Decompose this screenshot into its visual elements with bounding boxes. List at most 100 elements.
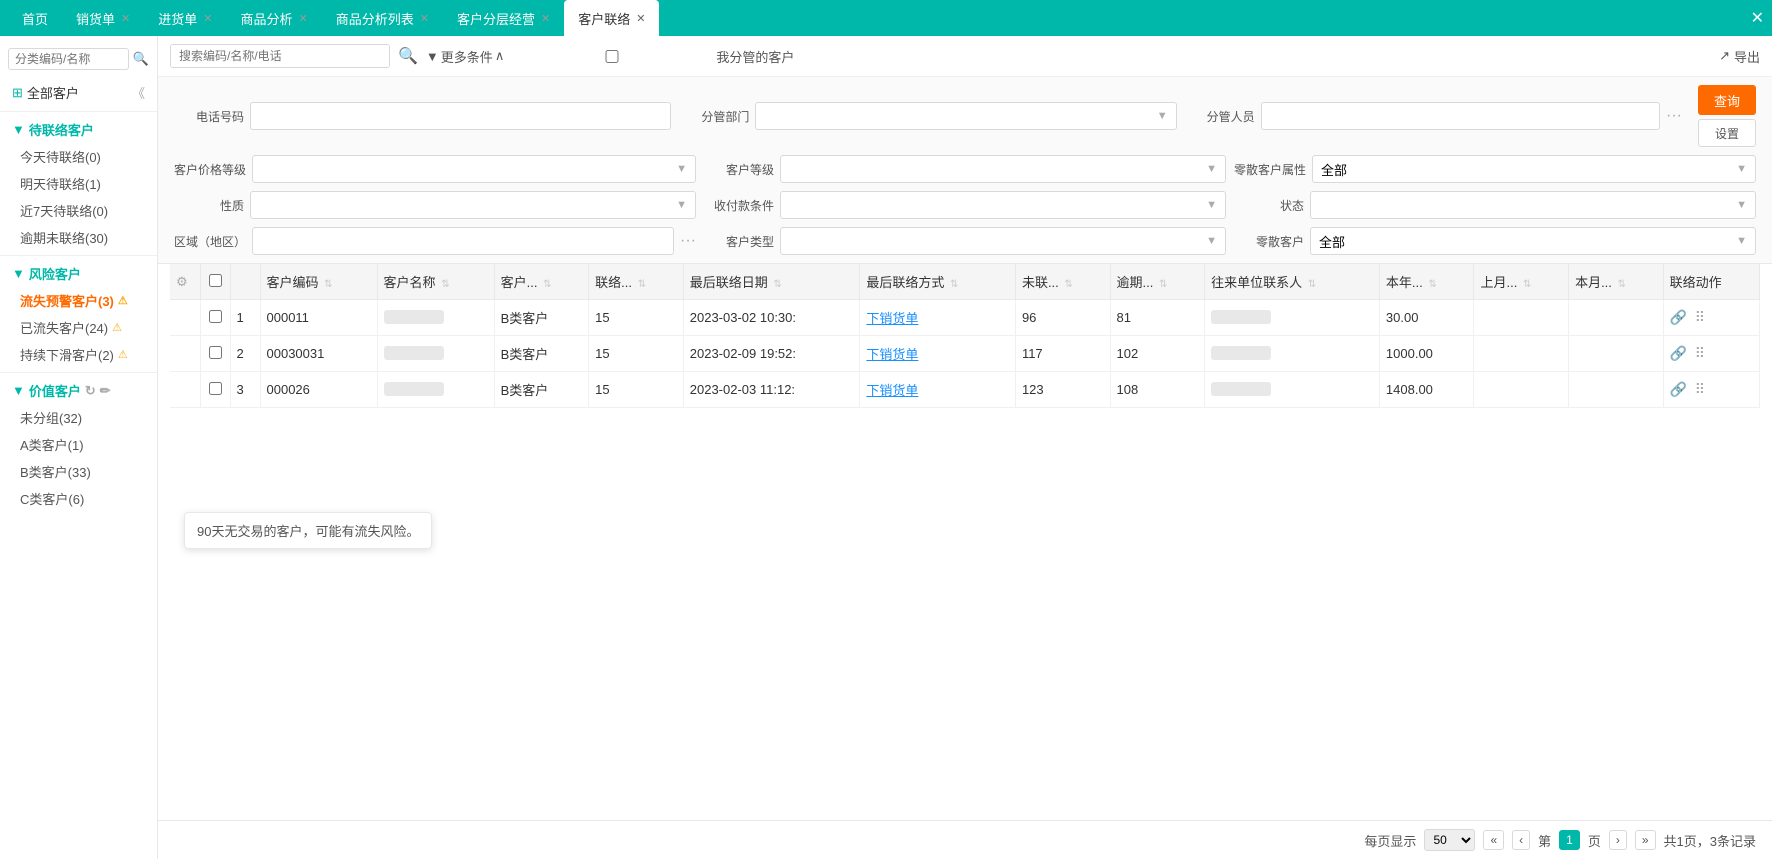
tab-customer-link-close[interactable]: ✕: [636, 12, 645, 25]
sidebar-item-classB[interactable]: B类客户(33): [0, 458, 157, 485]
col-code[interactable]: 客户编码 ⇅: [260, 264, 377, 300]
row2-this-year: 1000.00: [1379, 336, 1474, 372]
row3-last-date: 2023-02-03 11:12:: [683, 372, 860, 408]
page-first-btn[interactable]: «: [1483, 830, 1504, 850]
filter-payment-select[interactable]: ▼: [780, 191, 1226, 219]
row1-this-year-val: 30.00: [1386, 310, 1419, 325]
row1-action-menu[interactable]: ⠿: [1695, 309, 1705, 325]
row2-checkbox[interactable]: [209, 346, 222, 359]
sidebar-all-customers[interactable]: ⊞ 全部客户 《: [0, 78, 157, 107]
more-filter-btn[interactable]: ▼ 更多条件 ∧: [426, 47, 504, 66]
sidebar-item-unsorted[interactable]: 未分组(32): [0, 404, 157, 431]
tab-customer-segment-close[interactable]: ✕: [541, 12, 550, 25]
sidebar-item-classC[interactable]: C类客户(6): [0, 485, 157, 512]
tab-customer-segment[interactable]: 客户分层经营 ✕: [443, 0, 564, 36]
sidebar-item-overdue[interactable]: 逾期未联络(30): [0, 224, 157, 251]
filter-dept-select[interactable]: ▼: [755, 102, 1176, 130]
settings-btn[interactable]: 设置: [1698, 119, 1756, 147]
tab-analysis-close[interactable]: ✕: [299, 12, 308, 25]
filter-price-level-select[interactable]: ▼: [252, 155, 696, 183]
row2-action-menu[interactable]: ⠿: [1695, 345, 1705, 361]
tab-purchase[interactable]: 进货单 ✕: [144, 0, 226, 36]
filter-phone-input[interactable]: [250, 102, 671, 130]
sidebar-search-input[interactable]: [8, 48, 129, 70]
tab-analysis-list[interactable]: 商品分析列表 ✕: [322, 0, 443, 36]
tab-customer-link[interactable]: 客户联络 ✕: [564, 0, 659, 36]
filter-customer-level: 客户等级 ▼: [704, 155, 1226, 183]
col-type-label: 客户...: [501, 275, 538, 290]
filter-person-dots[interactable]: ···: [1666, 107, 1682, 125]
row1-last-method-val[interactable]: 下销货单: [866, 311, 918, 326]
tab-purchase-close[interactable]: ✕: [203, 12, 212, 25]
filter-status-select[interactable]: ▼: [1310, 191, 1756, 219]
page-current-btn[interactable]: 1: [1559, 830, 1580, 850]
col-type[interactable]: 客户... ⇅: [494, 264, 589, 300]
tab-sales[interactable]: 销货单 ✕: [62, 0, 144, 36]
table-header: ⚙ 客户编码 ⇅ 客户名称 ⇅: [170, 264, 1760, 300]
header-checkbox[interactable]: [209, 274, 222, 287]
sidebar-item-week[interactable]: 近7天待联络(0): [0, 197, 157, 224]
filter-person-select[interactable]: [1261, 102, 1660, 130]
value-edit-icon[interactable]: ✏: [100, 383, 111, 399]
filter-sparse-select[interactable]: 全部 ▼: [1310, 227, 1756, 255]
my-customer-checkbox-area[interactable]: 我分管的客户: [512, 47, 794, 66]
col-settings[interactable]: ⚙: [170, 264, 200, 300]
filter-nature-select[interactable]: ▼: [250, 191, 696, 219]
sidebar-item-classA[interactable]: A类客户(1): [0, 431, 157, 458]
window-close-btn[interactable]: ✕: [1751, 8, 1764, 28]
tab-analysis[interactable]: 商品分析 ✕: [226, 0, 321, 36]
page-size-select[interactable]: 50 100 200: [1424, 829, 1475, 851]
search-btn[interactable]: 🔍: [398, 46, 418, 66]
sidebar-collapse-btn[interactable]: 《: [132, 83, 145, 102]
page-prev-btn[interactable]: ‹: [1512, 830, 1530, 850]
sidebar-item-lost-already[interactable]: 已流失客户(24) ⚠: [0, 314, 157, 341]
row2-last-method-val[interactable]: 下销货单: [866, 347, 918, 362]
sidebar-section-risk[interactable]: ▼ 风险客户: [0, 260, 157, 287]
sidebar-item-tomorrow[interactable]: 明天待联络(1): [0, 170, 157, 197]
col-overdue[interactable]: 逾期... ⇅: [1110, 264, 1205, 300]
my-customer-checkbox[interactable]: [512, 50, 712, 63]
col-this-month-label: 本月...: [1575, 275, 1612, 290]
row1-action-link[interactable]: 🔗: [1670, 309, 1687, 325]
col-last-date[interactable]: 最后联络日期 ⇅: [683, 264, 860, 300]
row3-action-menu[interactable]: ⠿: [1695, 381, 1705, 397]
col-name[interactable]: 客户名称 ⇅: [377, 264, 494, 300]
tab-home[interactable]: 首页: [8, 0, 62, 36]
page-next-btn[interactable]: ›: [1609, 830, 1627, 850]
row3-code-val: 000026: [267, 382, 310, 397]
tab-analysis-list-close[interactable]: ✕: [420, 12, 429, 25]
filter-cust-type-select[interactable]: ▼: [780, 227, 1226, 255]
settings-icon[interactable]: ⚙: [176, 274, 188, 289]
value-refresh-icon[interactable]: ↻: [85, 383, 96, 399]
sidebar-section-value[interactable]: ▼ 价值客户 ↻ ✏: [0, 377, 157, 404]
row3-overdue-val: 108: [1117, 382, 1139, 397]
row3-last-method-val[interactable]: 下销货单: [866, 383, 918, 398]
sidebar-section-pending[interactable]: ▼ 待联络客户: [0, 116, 157, 143]
col-last-month[interactable]: 上月... ⇅: [1474, 264, 1569, 300]
tab-sales-close[interactable]: ✕: [121, 12, 130, 25]
row3-checkbox[interactable]: [209, 382, 222, 395]
col-this-month[interactable]: 本月... ⇅: [1569, 264, 1664, 300]
page-last-btn[interactable]: »: [1635, 830, 1656, 850]
filter-area-label: 区域（地区）: [174, 233, 246, 250]
filter-customer-level-select[interactable]: ▼: [780, 155, 1226, 183]
sidebar-item-today[interactable]: 今天待联络(0): [0, 143, 157, 170]
row1-checkbox[interactable]: [209, 310, 222, 323]
row2-action-link[interactable]: 🔗: [1670, 345, 1687, 361]
col-this-year[interactable]: 本年... ⇅: [1379, 264, 1474, 300]
row3-action-link[interactable]: 🔗: [1670, 381, 1687, 397]
query-btn[interactable]: 查询: [1698, 85, 1756, 115]
filter-area-select[interactable]: [252, 227, 674, 255]
filter-sparse-attr-select[interactable]: 全部 ▼: [1312, 155, 1756, 183]
col-last-method[interactable]: 最后联络方式 ⇅: [860, 264, 1016, 300]
uncontacted-sort: ⇅: [1064, 279, 1072, 290]
col-contact[interactable]: 联络... ⇅: [589, 264, 684, 300]
sidebar-item-declining[interactable]: 持续下滑客户(2) ⚠: [0, 341, 157, 368]
search-input[interactable]: [170, 44, 390, 68]
sidebar-item-lost-warning[interactable]: 流失预警客户(3) ⚠: [0, 287, 157, 314]
col-unit-contact[interactable]: 往来单位联系人 ⇅: [1205, 264, 1380, 300]
col-uncontacted[interactable]: 未联... ⇅: [1015, 264, 1110, 300]
export-btn[interactable]: ↗ 导出: [1719, 47, 1760, 66]
sidebar-search-icon[interactable]: 🔍: [133, 51, 149, 67]
filter-area-dots[interactable]: ···: [680, 232, 696, 250]
